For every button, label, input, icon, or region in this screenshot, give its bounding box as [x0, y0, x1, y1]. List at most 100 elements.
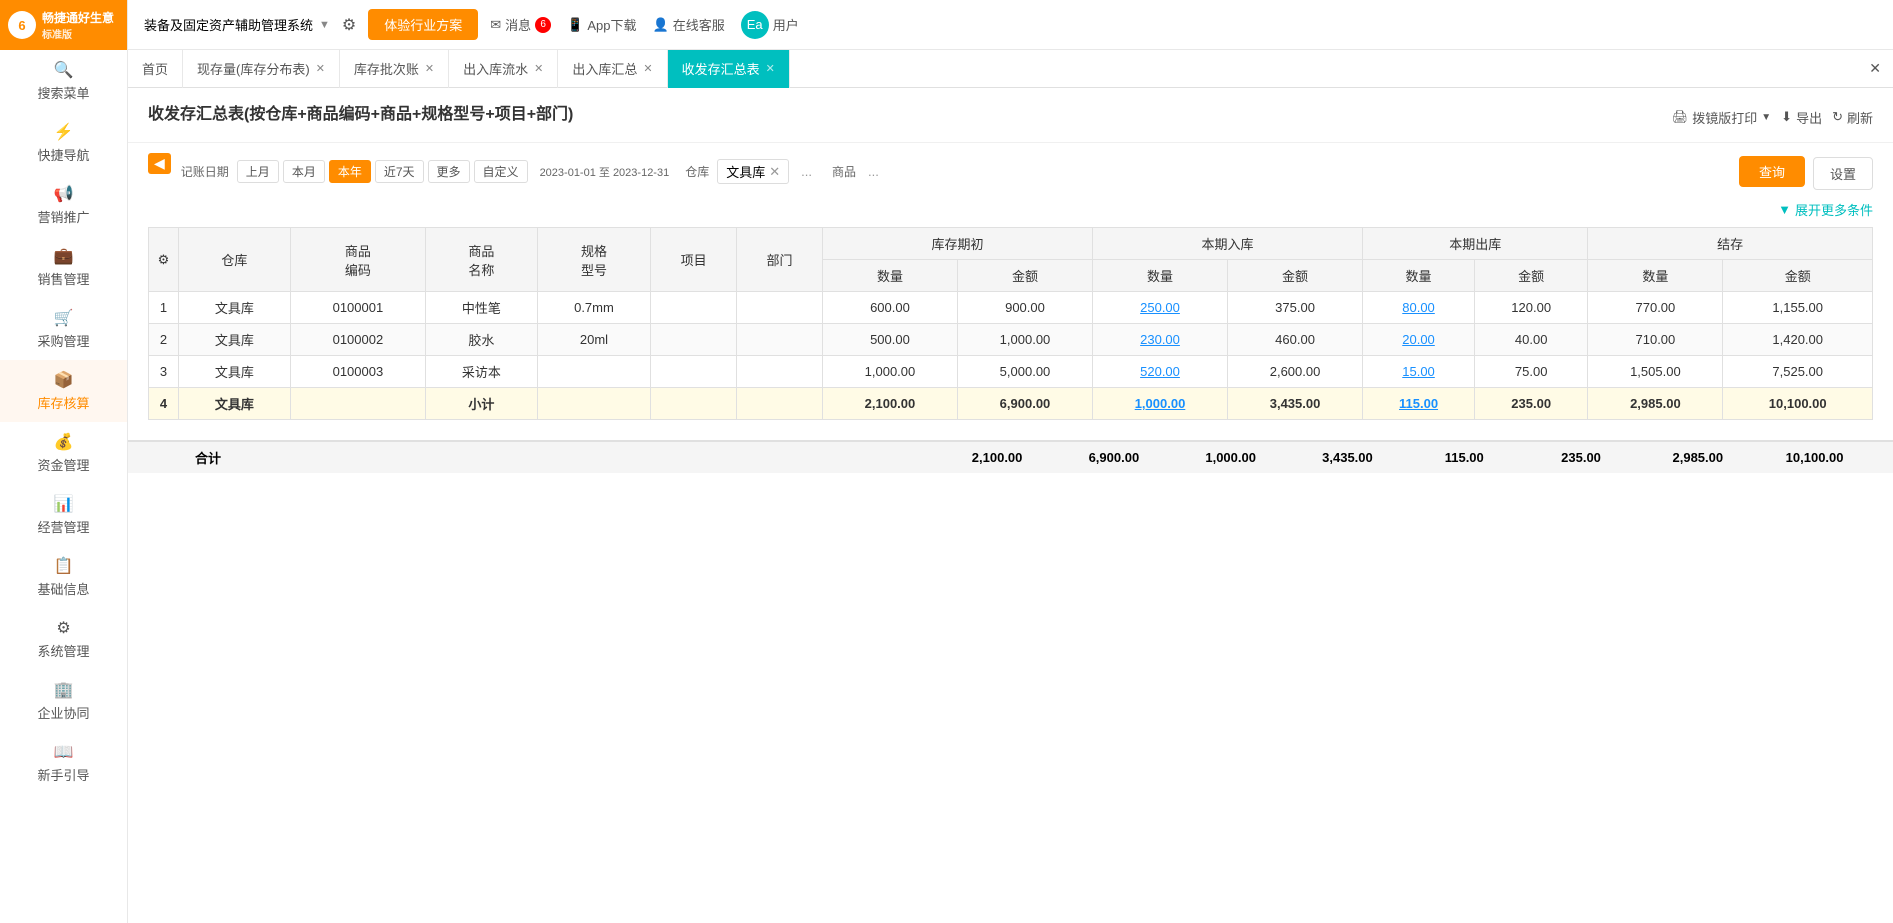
purchase-icon: 🛒 [54, 308, 74, 328]
tab-home[interactable]: 首页 [128, 50, 183, 88]
tab-inout-summary[interactable]: 出入库汇总 ✕ [558, 50, 667, 88]
warehouse-more-icon[interactable]: ... [797, 164, 816, 179]
in-qty-link[interactable]: 250.00 [1140, 300, 1180, 315]
online-service-action[interactable]: 👤 在线客服 [653, 15, 725, 34]
page-header: 收发存汇总表(按仓库+商品编码+商品+规格型号+项目+部门) 🖨 拨镜版打印 ▼… [128, 88, 1893, 143]
sidebar-item-label: 快捷导航 [37, 145, 89, 164]
tab-close-all-icon[interactable]: ✕ [1857, 60, 1893, 77]
warehouse-tag-close-icon[interactable]: ✕ [769, 164, 780, 180]
date-btn-7days[interactable]: 近7天 [375, 160, 424, 183]
date-buttons: 上月 本月 本年 近7天 更多 自定义 [237, 160, 528, 183]
app-download-action[interactable]: 📱 App下载 [567, 15, 636, 34]
sidebar-item-search-menu[interactable]: 🔍 搜索菜单 [0, 50, 127, 112]
out-qty-link[interactable]: 15.00 [1402, 364, 1435, 379]
sidebar-item-operation[interactable]: 📊 经营管理 [0, 484, 127, 546]
sidebar-item-marketing[interactable]: 📢 营销推广 [0, 174, 127, 236]
td-goods-code: 0100002 [290, 324, 425, 356]
expand-label: 展开更多条件 [1795, 200, 1873, 219]
th-goods-code: 商品编码 [290, 228, 425, 292]
td-opening-qty: 500.00 [822, 324, 957, 356]
service-icon: 👤 [653, 17, 669, 33]
out-qty-link[interactable]: 80.00 [1402, 300, 1435, 315]
refresh-icon: ↻ [1832, 109, 1843, 125]
th-settings[interactable]: ⚙ [149, 228, 179, 292]
th-goods-spec: 规格型号 [537, 228, 650, 292]
messages-badge: 6 [535, 17, 551, 33]
print-label: 拨镜版打印 [1692, 108, 1757, 127]
tab-close-inventory-dist[interactable]: ✕ [316, 62, 325, 75]
date-range-display: 2023-01-01 至 2023-12-31 [540, 164, 670, 180]
sidebar-item-finance[interactable]: 💰 资金管理 [0, 422, 127, 484]
sidebar-item-label: 基础信息 [37, 579, 89, 598]
warehouse-tag[interactable]: 文具库 ✕ [717, 159, 789, 184]
tab-batch-ledger-label: 库存批次账 [354, 59, 419, 78]
collapse-filter-btn[interactable]: ◀ [148, 153, 171, 174]
sidebar-item-label: 采购管理 [37, 331, 89, 350]
tab-batch-ledger[interactable]: 库存批次账 ✕ [340, 50, 449, 88]
tab-receipt-summary[interactable]: 收发存汇总表 ✕ [668, 50, 790, 88]
goods-more-icon[interactable]: ... [864, 164, 883, 179]
sidebar-item-guide[interactable]: 📖 新手引导 [0, 732, 127, 794]
tab-close-inout-flow[interactable]: ✕ [534, 62, 543, 75]
export-btn[interactable]: ⬇ 导出 [1781, 108, 1822, 127]
td-in-qty[interactable]: 230.00 [1093, 324, 1228, 356]
td-out-qty[interactable]: 20.00 [1363, 324, 1475, 356]
inventory-icon: 📦 [54, 370, 74, 390]
system-title-dropdown[interactable]: 装备及固定资产辅助管理系统 ▼ [144, 15, 330, 34]
td-closing-qty: 710.00 [1588, 324, 1723, 356]
td-out-qty[interactable]: 15.00 [1363, 356, 1475, 388]
tab-receipt-summary-label: 收发存汇总表 [682, 59, 760, 78]
gear-settings-icon[interactable]: ⚙ [342, 15, 356, 35]
in-qty-link[interactable]: 520.00 [1140, 364, 1180, 379]
experience-btn[interactable]: 体验行业方案 [368, 9, 478, 40]
sidebar-item-label: 企业协同 [37, 703, 89, 722]
col-settings-icon: ⚙ [158, 252, 170, 267]
sidebar-item-sales[interactable]: 💼 销售管理 [0, 236, 127, 298]
content-area: 收发存汇总表(按仓库+商品编码+商品+规格型号+项目+部门) 🖨 拨镜版打印 ▼… [128, 88, 1893, 923]
sidebar-item-label: 资金管理 [37, 455, 89, 474]
app-download-label: App下载 [587, 15, 636, 34]
query-btn[interactable]: 查询 [1739, 156, 1805, 187]
messages-action[interactable]: ✉ 消息 6 [490, 15, 551, 34]
tab-close-receipt-summary[interactable]: ✕ [766, 62, 775, 75]
th-closing-qty: 数量 [1588, 260, 1723, 292]
td-no: 4 [149, 388, 179, 420]
td-closing-qty: 1,505.00 [1588, 356, 1723, 388]
tab-inventory-dist[interactable]: 现存量(库存分布表) ✕ [183, 50, 340, 88]
td-out-qty[interactable]: 80.00 [1363, 292, 1475, 324]
td-closing-qty: 2,985.00 [1588, 388, 1723, 420]
sidebar-item-enterprise[interactable]: 🏢 企业协同 [0, 670, 127, 732]
footer-in-qty: 1,000.00 [1172, 450, 1289, 465]
tab-close-inout-summary[interactable]: ✕ [643, 62, 652, 75]
tab-inout-flow[interactable]: 出入库流水 ✕ [449, 50, 558, 88]
sidebar-item-system[interactable]: ⚙ 系统管理 [0, 608, 127, 670]
main-area: 装备及固定资产辅助管理系统 ▼ ⚙ 体验行业方案 ✉ 消息 6 📱 App下载 … [128, 0, 1893, 923]
user-action[interactable]: Ea 用户 [741, 11, 799, 39]
date-btn-custom[interactable]: 自定义 [474, 160, 528, 183]
mobile-icon: 📱 [567, 17, 583, 33]
td-goods-name: 采访本 [425, 356, 537, 388]
td-in-qty[interactable]: 520.00 [1093, 356, 1228, 388]
in-qty-link[interactable]: 230.00 [1140, 332, 1180, 347]
out-qty-link[interactable]: 20.00 [1402, 332, 1435, 347]
date-btn-this-month[interactable]: 本月 [283, 160, 325, 183]
tab-close-batch-ledger[interactable]: ✕ [425, 62, 434, 75]
date-btn-more[interactable]: 更多 [428, 160, 470, 183]
td-in-qty[interactable]: 1,000.00 [1093, 388, 1228, 420]
print-btn[interactable]: 🖨 拨镜版打印 ▼ [1672, 108, 1771, 127]
refresh-btn[interactable]: ↻ 刷新 [1832, 108, 1873, 127]
tab-inout-flow-label: 出入库流水 [463, 59, 528, 78]
td-in-qty[interactable]: 250.00 [1093, 292, 1228, 324]
td-out-qty[interactable]: 115.00 [1363, 388, 1475, 420]
td-in-amt: 460.00 [1228, 324, 1363, 356]
td-out-amt: 75.00 [1475, 356, 1588, 388]
date-btn-this-year[interactable]: 本年 [329, 160, 371, 183]
sidebar-item-basic-info[interactable]: 📋 基础信息 [0, 546, 127, 608]
sidebar-item-purchase[interactable]: 🛒 采购管理 [0, 298, 127, 360]
sidebar-item-inventory[interactable]: 📦 库存核算 [0, 360, 127, 422]
sidebar-item-quick-nav[interactable]: ⚡ 快捷导航 [0, 112, 127, 174]
page-title: 收发存汇总表(按仓库+商品编码+商品+规格型号+项目+部门) [148, 100, 573, 124]
date-btn-last-month[interactable]: 上月 [237, 160, 279, 183]
settings-btn[interactable]: 设置 [1813, 157, 1873, 190]
expand-filter-btn[interactable]: ▼ 展开更多条件 [1778, 200, 1873, 219]
